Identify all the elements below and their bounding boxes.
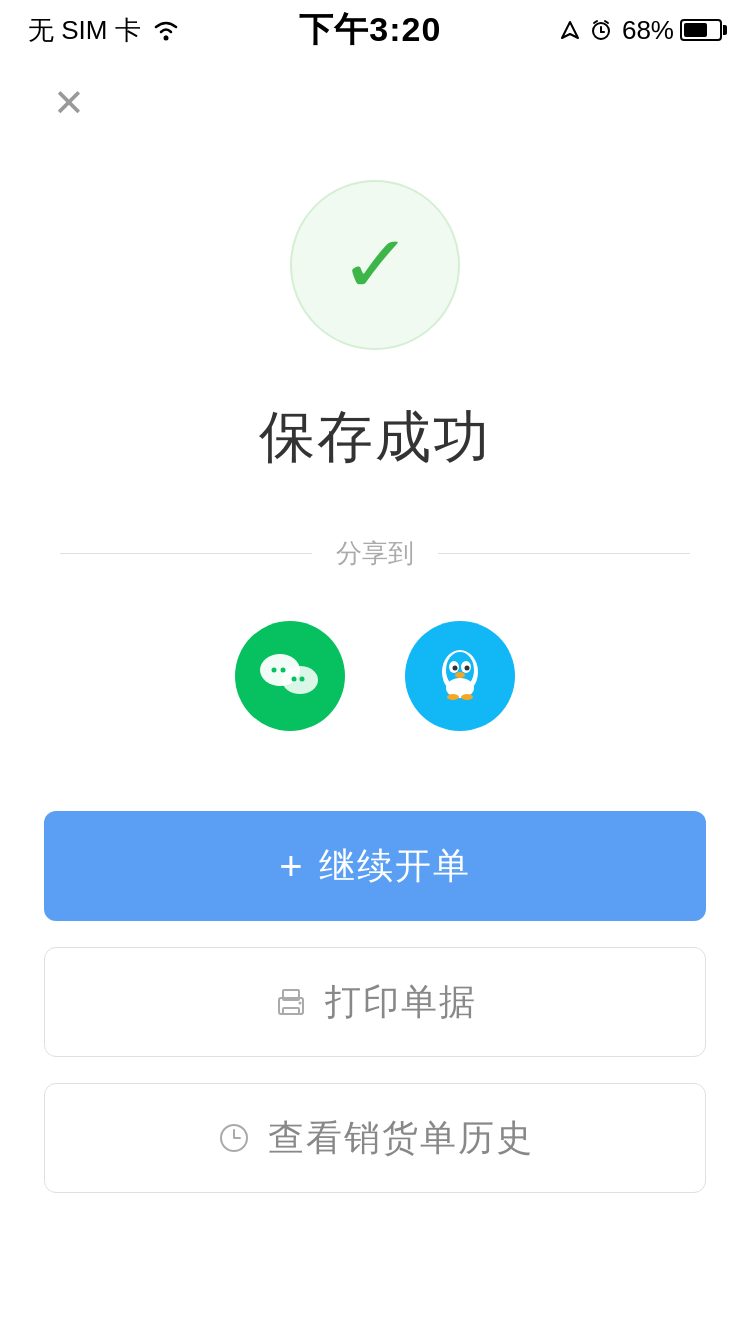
svg-line-4: [594, 21, 597, 23]
wechat-share-button[interactable]: [235, 621, 345, 731]
history-icon: [216, 1120, 252, 1156]
success-title: 保存成功: [259, 400, 491, 476]
svg-point-16: [453, 666, 458, 671]
svg-line-5: [605, 21, 608, 23]
battery-container: 68%: [622, 15, 722, 46]
main-content: ✓ 保存成功 分享到: [0, 60, 750, 1193]
continue-button[interactable]: + 继续开单: [44, 811, 706, 921]
svg-point-21: [461, 694, 473, 700]
action-buttons: + 继续开单 打印单据 查看销货单历史: [0, 811, 750, 1193]
svg-point-10: [272, 668, 277, 673]
svg-point-20: [447, 694, 459, 700]
share-icons: [235, 621, 515, 731]
continue-label: 继续开单: [319, 842, 471, 891]
svg-point-18: [455, 672, 465, 678]
svg-point-17: [465, 666, 470, 671]
status-left: 无 SIM 卡: [28, 13, 181, 48]
print-label: 打印单据: [325, 978, 477, 1027]
print-button[interactable]: 打印单据: [44, 947, 706, 1057]
status-right: 68%: [560, 15, 722, 46]
svg-rect-24: [283, 1008, 299, 1014]
divider-line-right: [438, 553, 690, 554]
success-circle: ✓: [290, 180, 460, 350]
history-button[interactable]: 查看销货单历史: [44, 1083, 706, 1193]
no-sim-text: 无 SIM 卡: [28, 13, 141, 48]
status-bar: 无 SIM 卡 下午3:20 68%: [0, 0, 750, 60]
share-label: 分享到: [312, 536, 438, 571]
wifi-icon: [151, 19, 181, 41]
print-icon: [273, 984, 309, 1020]
divider-line-left: [60, 553, 312, 554]
svg-point-25: [299, 1002, 302, 1005]
close-button[interactable]: ✕: [44, 78, 94, 128]
battery-percent-text: 68%: [622, 15, 674, 46]
share-divider: 分享到: [0, 536, 750, 571]
history-label: 查看销货单历史: [268, 1114, 534, 1163]
svg-point-8: [292, 677, 297, 682]
qq-share-button[interactable]: [405, 621, 515, 731]
plus-icon: +: [279, 844, 302, 889]
close-icon: ✕: [53, 84, 85, 122]
status-time: 下午3:20: [299, 7, 441, 53]
svg-point-0: [163, 36, 168, 41]
svg-point-9: [300, 677, 305, 682]
checkmark-icon: ✓: [338, 225, 412, 305]
alarm-icon: [590, 19, 612, 41]
battery-icon: [680, 19, 722, 41]
svg-point-11: [281, 668, 286, 673]
location-icon: [560, 20, 580, 40]
